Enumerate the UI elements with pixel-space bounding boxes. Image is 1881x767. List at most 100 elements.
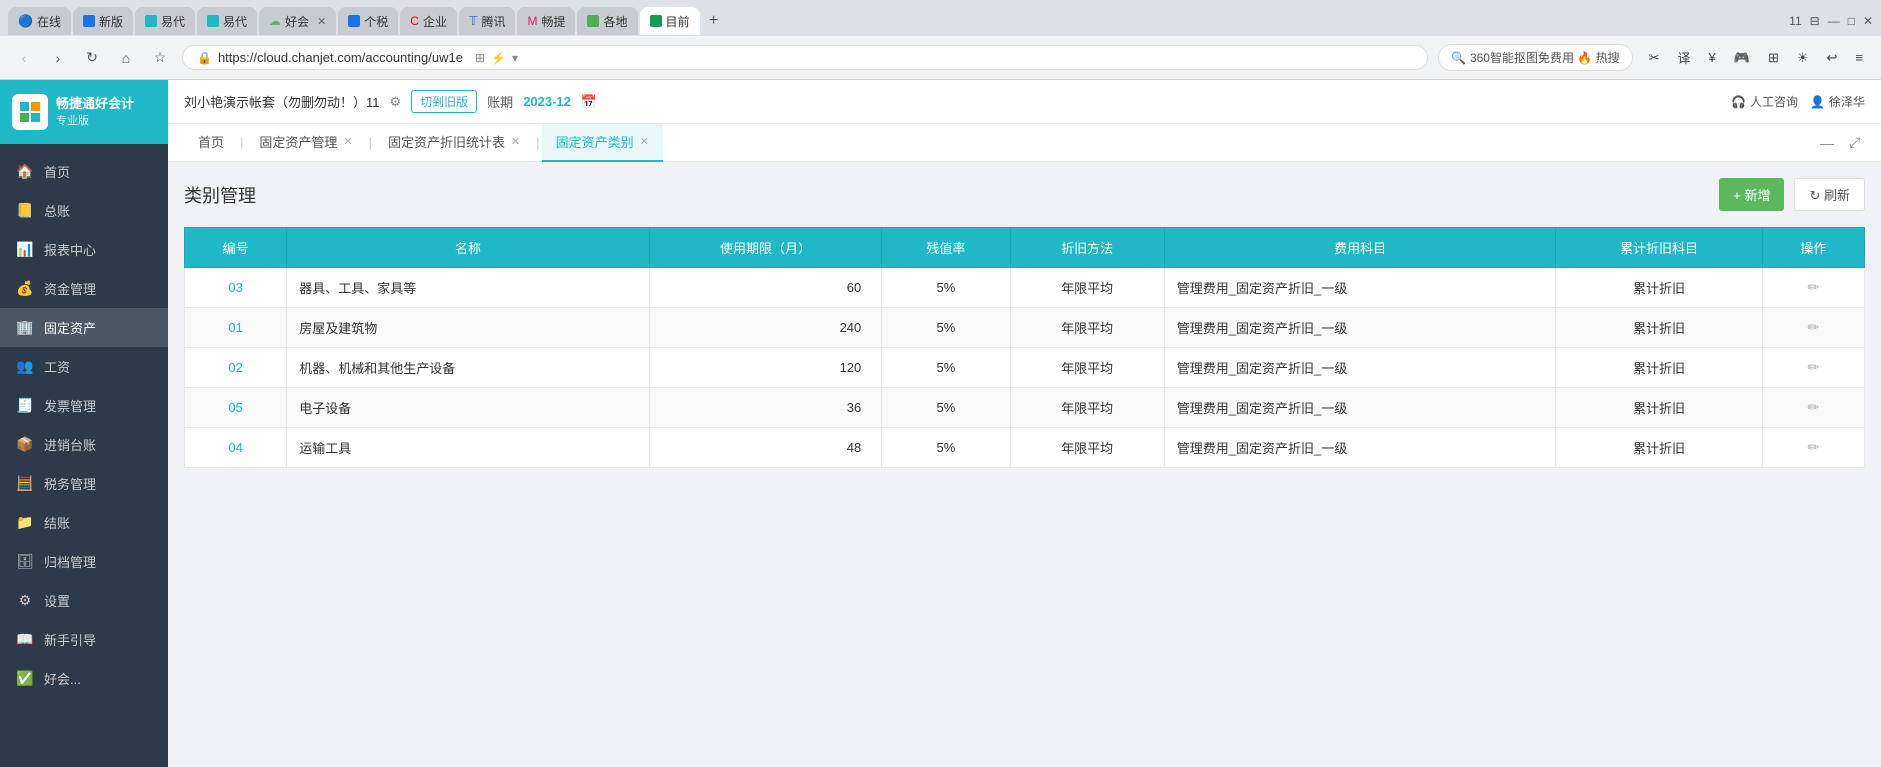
sidebar-item-good-accounting[interactable]: ✅ 好会...	[0, 659, 168, 698]
calendar-icon[interactable]: 📅	[581, 94, 597, 110]
cell-accumulated: 累计折旧	[1556, 268, 1762, 308]
maximize-icon[interactable]: □	[1848, 14, 1855, 28]
forward-button[interactable]: ›	[46, 46, 70, 70]
browser-tab-gesui[interactable]: 个税	[338, 7, 398, 35]
cell-residual: 5%	[882, 348, 1010, 388]
minimize-page-icon[interactable]: —	[1817, 133, 1837, 153]
browser-tab-muqian[interactable]: 目前	[640, 7, 700, 35]
wallet-icon[interactable]: ¥	[1703, 48, 1722, 67]
tab-depreciation-close-icon[interactable]: ✕	[511, 135, 520, 148]
browser-tab-zaixin[interactable]: 🔵 在线	[8, 7, 71, 35]
browser-tab-xinban[interactable]: 新版	[73, 7, 133, 35]
switch-version-button[interactable]: 切到旧版	[411, 90, 477, 113]
cell-action: ✏	[1762, 268, 1864, 308]
sidebar-item-tax[interactable]: 🧮 税务管理	[0, 464, 168, 503]
header-settings-icon[interactable]: ⚙	[390, 94, 402, 110]
sidebar-item-general-ledger[interactable]: 📒 总账	[0, 191, 168, 230]
edit-button[interactable]: ✏	[1808, 399, 1820, 415]
good-accounting-icon: ✅	[16, 670, 34, 688]
cell-method: 年限平均	[1010, 268, 1164, 308]
tab-label: 在线	[37, 13, 61, 30]
sidebar-item-payroll[interactable]: 👥 工资	[0, 347, 168, 386]
tab-home[interactable]: 首页	[184, 124, 238, 162]
cell-residual: 5%	[882, 308, 1010, 348]
translate-icon[interactable]: 译	[1672, 46, 1697, 69]
lightning-icon[interactable]: ⚡	[491, 51, 506, 65]
browser-chrome: 🔵 在线 新版 易代 易代 ☁ 好会 ✕ 个税 C 企业 𝕋	[0, 0, 1881, 80]
tab-fixed-asset-management[interactable]: 固定资产管理 ✕	[245, 124, 366, 162]
sidebar-item-invoice-label: 发票管理	[44, 396, 96, 415]
tab-add-button[interactable]: +	[702, 9, 726, 33]
close-window-icon[interactable]: ✕	[1863, 14, 1873, 28]
tab-assets-close-icon[interactable]: ✕	[343, 135, 352, 148]
sidebar-item-home[interactable]: 🏠 首页	[0, 152, 168, 191]
dropdown-icon[interactable]: ▾	[512, 51, 518, 65]
cell-id: 03	[185, 268, 287, 308]
sidebar-item-archive-label: 归档管理	[44, 552, 96, 571]
home-button[interactable]: ⌂	[114, 46, 138, 70]
browser-tab-yidai2[interactable]: 易代	[197, 7, 257, 35]
tab-asset-category[interactable]: 固定资产类别 ✕	[542, 124, 663, 162]
cell-action: ✏	[1762, 388, 1864, 428]
search-text: 360智能抠图免费用 🔥 热搜	[1470, 49, 1620, 66]
edit-button[interactable]: ✏	[1808, 359, 1820, 375]
sidebar-item-payroll-label: 工资	[44, 357, 70, 376]
table-row: 01 房屋及建筑物 240 5% 年限平均 管理费用_固定资产折旧_一级 累计折…	[185, 308, 1865, 348]
cell-expense: 管理费用_固定资产折旧_一级	[1164, 308, 1556, 348]
tab-label: 个税	[364, 13, 388, 30]
tab-depreciation-label: 固定资产折旧统计表	[388, 132, 505, 151]
tab-category-close-icon[interactable]: ✕	[640, 135, 649, 148]
add-category-button[interactable]: + 新增	[1719, 178, 1784, 211]
search-bar[interactable]: 🔍 360智能抠图免费用 🔥 热搜	[1438, 44, 1633, 71]
scissors-icon[interactable]: ✂	[1643, 48, 1666, 68]
browser-tab-gedi[interactable]: 各地	[577, 7, 637, 35]
bookmark-button[interactable]: ☆	[148, 46, 172, 70]
payroll-icon: 👥	[16, 358, 34, 376]
minimize-icon[interactable]: —	[1828, 14, 1840, 28]
browser-tab-qiye[interactable]: C 企业	[400, 7, 457, 35]
devices-icon[interactable]: ⊞	[475, 51, 485, 65]
customer-service-button[interactable]: 🎧 人工咨询	[1731, 93, 1798, 110]
sidebar-item-guide[interactable]: 📖 新手引导	[0, 620, 168, 659]
menu-icon[interactable]: ≡	[1849, 48, 1869, 67]
funds-icon: 💰	[16, 280, 34, 298]
tab-menu-icon[interactable]: ⊟	[1810, 14, 1820, 28]
maximize-page-icon[interactable]: ⤢	[1845, 133, 1865, 153]
browser-tab-yidai1[interactable]: 易代	[135, 7, 195, 35]
sidebar-item-fixed-assets[interactable]: 🏢 固定资产	[0, 308, 168, 347]
assets-icon: 🏢	[16, 319, 34, 337]
sidebar-item-reports-label: 报表中心	[44, 240, 96, 259]
cell-expense: 管理费用_固定资产折旧_一级	[1164, 348, 1556, 388]
game-icon[interactable]: 🎮	[1728, 48, 1756, 68]
cell-name: 房屋及建筑物	[287, 308, 650, 348]
tab-label: 各地	[603, 13, 627, 30]
grid-icon[interactable]: ⊞	[1762, 48, 1785, 68]
sun-icon[interactable]: ☀	[1791, 48, 1815, 68]
window-controls: — ⤢	[1817, 133, 1865, 153]
sidebar-item-invoice[interactable]: 🧾 发票管理	[0, 386, 168, 425]
cell-method: 年限平均	[1010, 308, 1164, 348]
tab-depreciation-table[interactable]: 固定资产折旧统计表 ✕	[374, 124, 534, 162]
refresh-button[interactable]: ↻ 刷新	[1794, 178, 1865, 211]
sidebar-item-reports[interactable]: 📊 报表中心	[0, 230, 168, 269]
browser-tab-haohui[interactable]: ☁ 好会 ✕	[259, 7, 336, 35]
tab-close-icon[interactable]: ✕	[317, 15, 326, 28]
edit-button[interactable]: ✏	[1808, 439, 1820, 455]
sidebar-item-funds[interactable]: 💰 资金管理	[0, 269, 168, 308]
cell-method: 年限平均	[1010, 428, 1164, 468]
sidebar-item-close-accounts[interactable]: 📁 结账	[0, 503, 168, 542]
back-button[interactable]: ‹	[12, 46, 36, 70]
sidebar-item-settings[interactable]: ⚙ 设置	[0, 581, 168, 620]
period-label: 账期	[487, 92, 513, 111]
sidebar-item-stock[interactable]: 📦 进销台账	[0, 425, 168, 464]
edit-button[interactable]: ✏	[1808, 319, 1820, 335]
browser-tab-tengxun[interactable]: 𝕋 腾讯	[459, 7, 516, 35]
undo-icon[interactable]: ↩	[1821, 48, 1844, 68]
sidebar-item-archive[interactable]: 🗄 归档管理	[0, 542, 168, 581]
edit-button[interactable]: ✏	[1808, 279, 1820, 295]
url-bar[interactable]: 🔒 https://cloud.chanjet.com/accounting/u…	[182, 45, 1428, 70]
app-header: 刘小艳演示帐套（勿删勿动！）11 ⚙ 切到旧版 账期 2023-12 📅 🎧 人…	[168, 80, 1881, 124]
user-button[interactable]: 👤 徐泽华	[1810, 93, 1865, 110]
reload-button[interactable]: ↻	[80, 46, 104, 70]
browser-tab-changtui[interactable]: M 畅提	[517, 7, 575, 35]
